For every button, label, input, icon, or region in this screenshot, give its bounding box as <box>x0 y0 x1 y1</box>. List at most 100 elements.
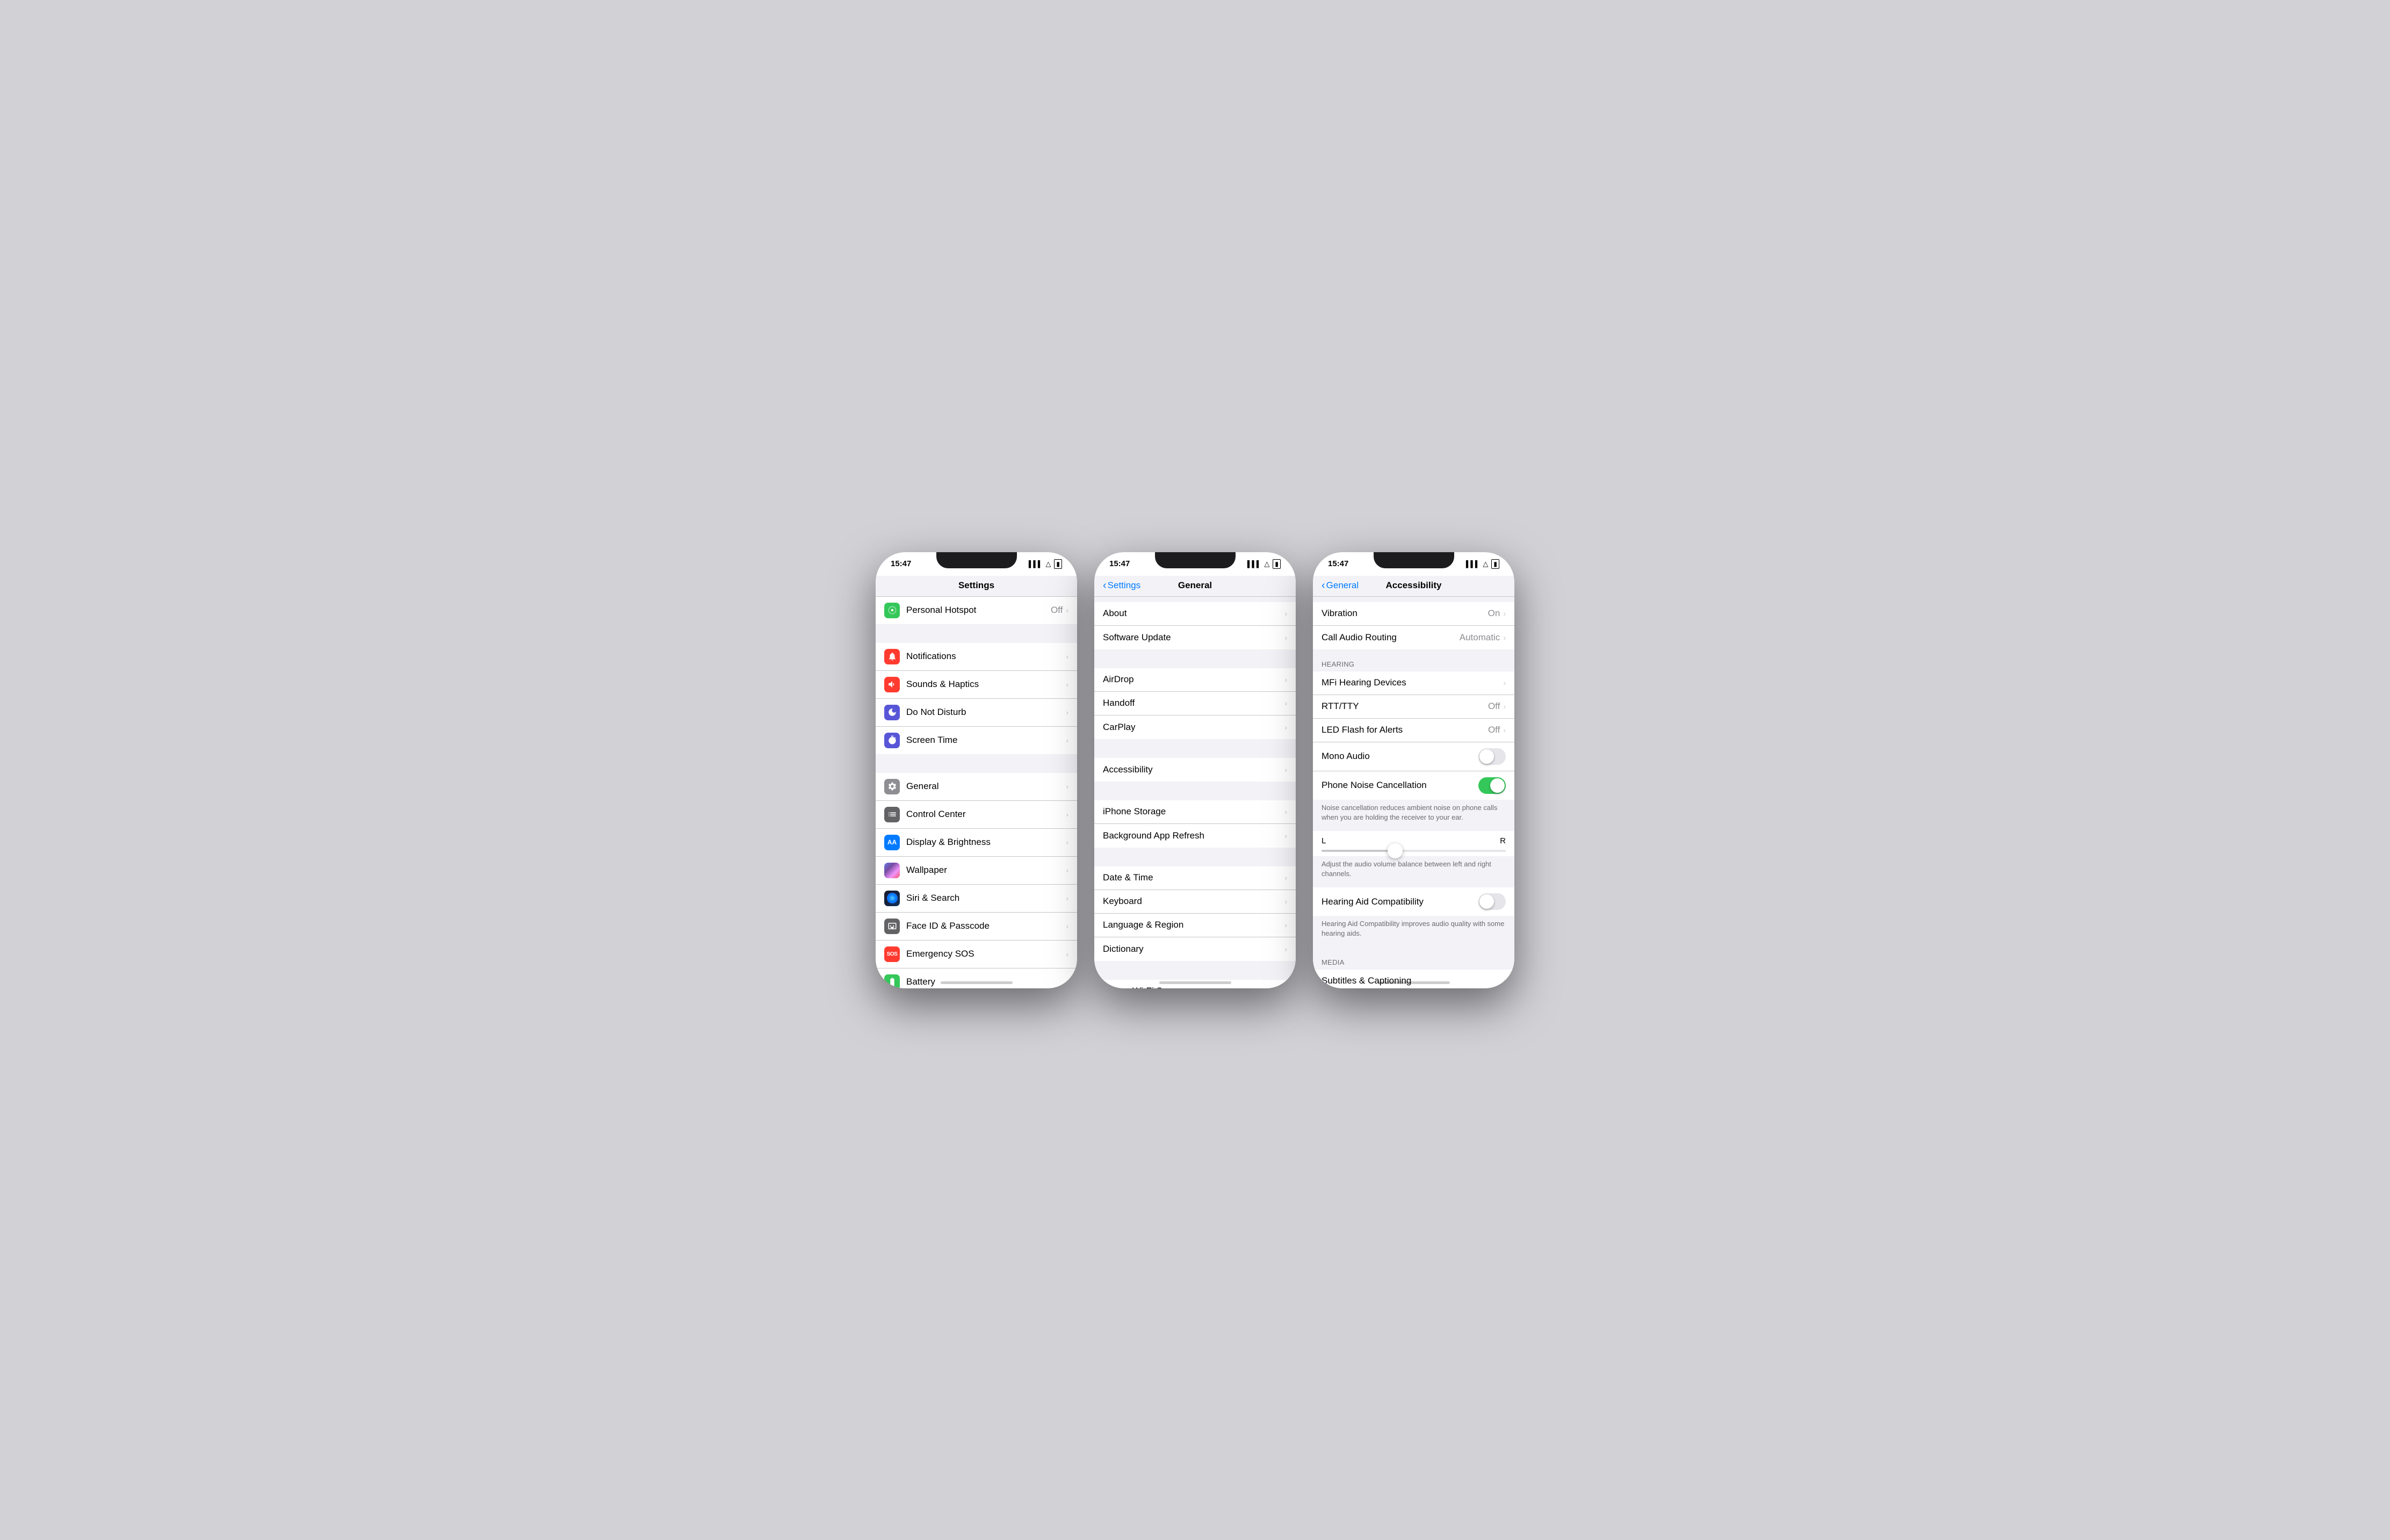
general-back-button[interactable]: ‹ Settings <box>1103 580 1140 591</box>
signal-icon: ▌▌▌ <box>1029 560 1043 568</box>
subtitles-item[interactable]: Subtitles & Captioning › <box>1313 970 1514 988</box>
slider-label-left: L <box>1322 836 1326 845</box>
display-icon: AA <box>884 835 900 850</box>
hearing-aid-toggle-thumb <box>1479 894 1494 909</box>
hotspot-chevron: › <box>1066 606 1068 614</box>
phone-noise-item[interactable]: Phone Noise Cancellation <box>1313 771 1514 800</box>
acc-gap-top <box>1313 597 1514 602</box>
signal-icon-2: ▌▌▌ <box>1247 560 1261 568</box>
display-label: Display & Brightness <box>906 837 1066 848</box>
vibration-value: On <box>1488 608 1500 619</box>
hotspot-label: Personal Hotspot <box>906 605 1051 616</box>
general-scroll[interactable]: About › Software Update › AirDrop › <box>1094 597 1296 988</box>
iphone-storage-chevron: › <box>1284 807 1287 816</box>
mono-toggle[interactable] <box>1478 748 1506 765</box>
battery-chevron: › <box>1066 978 1068 986</box>
itunes-wifi-sync-label: iTunes Wi-Fi Sync <box>1103 986 1284 988</box>
keyboard-item[interactable]: Keyboard › <box>1094 890 1296 914</box>
led-flash-item[interactable]: LED Flash for Alerts Off › <box>1313 719 1514 742</box>
dictionary-label: Dictionary <box>1103 944 1284 955</box>
wifi-icon-3: △ <box>1483 560 1488 568</box>
gen-gap-5 <box>1094 961 1296 980</box>
carplay-item[interactable]: CarPlay › <box>1094 715 1296 739</box>
sos-item[interactable]: SOS Emergency SOS › <box>876 941 1077 968</box>
back-label: Settings <box>1108 580 1140 591</box>
language-region-item[interactable]: Language & Region › <box>1094 914 1296 937</box>
gap-1 <box>876 624 1077 643</box>
display-chevron: › <box>1066 838 1068 847</box>
hearing-aid-toggle[interactable] <box>1478 893 1506 910</box>
vibration-label: Vibration <box>1322 608 1488 619</box>
screentime-item[interactable]: Screen Time › <box>876 727 1077 754</box>
noise-footer: Noise cancellation reduces ambient noise… <box>1313 800 1514 831</box>
back-arrow-icon: ‹ <box>1103 580 1107 591</box>
notifications-label: Notifications <box>906 651 1066 662</box>
call-audio-value: Automatic <box>1460 632 1500 643</box>
faceid-item[interactable]: Face ID & Passcode › <box>876 913 1077 941</box>
notifications-item[interactable]: Notifications › <box>876 643 1077 671</box>
rtt-tty-item[interactable]: RTT/TTY Off › <box>1313 695 1514 719</box>
wallpaper-chevron: › <box>1066 866 1068 874</box>
hotspot-value: Off <box>1051 605 1063 616</box>
battery-icon-2: ▮ <box>1273 559 1281 569</box>
general-section-4: iPhone Storage › Background App Refresh … <box>1094 800 1296 848</box>
sos-label: Emergency SOS <box>906 949 1066 959</box>
personal-hotspot-item[interactable]: Personal Hotspot Off › <box>876 597 1077 624</box>
hearing-aid-footer: Hearing Aid Compatibility improves audio… <box>1313 916 1514 947</box>
slider-track[interactable] <box>1322 850 1506 852</box>
slider-thumb[interactable] <box>1388 843 1403 858</box>
accessibility-back-button[interactable]: ‹ General <box>1322 580 1359 591</box>
control-center-item[interactable]: Control Center › <box>876 801 1077 829</box>
sounds-item[interactable]: Sounds & Haptics › <box>876 671 1077 699</box>
call-audio-item[interactable]: Call Audio Routing Automatic › <box>1313 626 1514 649</box>
software-update-item[interactable]: Software Update › <box>1094 626 1296 649</box>
mfi-hearing-item[interactable]: MFi Hearing Devices › <box>1313 671 1514 695</box>
wallpaper-icon <box>884 863 900 878</box>
airdrop-item[interactable]: AirDrop › <box>1094 668 1296 692</box>
background-refresh-item[interactable]: Background App Refresh › <box>1094 824 1296 848</box>
settings-scroll[interactable]: Personal Hotspot Off › Notifications › <box>876 597 1077 988</box>
notch <box>936 552 1017 568</box>
about-item[interactable]: About › <box>1094 602 1296 626</box>
datetime-item[interactable]: Date & Time › <box>1094 866 1296 890</box>
settings-section-1: Notifications › Sounds & Haptics › <box>876 643 1077 754</box>
vibration-item[interactable]: Vibration On › <box>1313 602 1514 626</box>
vibration-chevron: › <box>1503 609 1506 618</box>
slider-footer: Adjust the audio volume balance between … <box>1313 856 1514 887</box>
accessibility-scroll[interactable]: Vibration On › Call Audio Routing Automa… <box>1313 597 1514 988</box>
noise-toggle[interactable] <box>1478 777 1506 794</box>
rtt-label: RTT/TTY <box>1322 701 1488 712</box>
accessibility-item[interactable]: Accessibility › <box>1094 758 1296 782</box>
handoff-item[interactable]: Handoff › <box>1094 692 1296 715</box>
dictionary-item[interactable]: Dictionary › <box>1094 937 1296 961</box>
hearing-section: MFi Hearing Devices › RTT/TTY Off › LED … <box>1313 671 1514 800</box>
screentime-chevron: › <box>1066 736 1068 744</box>
battery-item[interactable]: Battery › <box>876 968 1077 988</box>
display-brightness-item[interactable]: AA Display & Brightness › <box>876 829 1077 857</box>
iphone-storage-label: iPhone Storage <box>1103 806 1284 817</box>
general-icon <box>884 779 900 794</box>
phone-accessibility: 15:47 ▌▌▌ △ ▮ ‹ General Accessibility <box>1313 552 1514 988</box>
hearing-aid-item[interactable]: Hearing Aid Compatibility <box>1313 887 1514 916</box>
siri-item[interactable]: Siri & Search › <box>876 885 1077 913</box>
keyboard-label: Keyboard <box>1103 896 1284 907</box>
wallpaper-item[interactable]: Wallpaper › <box>876 857 1077 885</box>
home-indicator-2 <box>1159 981 1231 984</box>
screentime-label: Screen Time <box>906 735 1066 746</box>
handoff-label: Handoff <box>1103 698 1284 708</box>
settings-nav-bar: Settings <box>876 576 1077 597</box>
gen-gap-2 <box>1094 739 1296 758</box>
mono-audio-item[interactable]: Mono Audio <box>1313 742 1514 771</box>
general-item[interactable]: General › <box>876 773 1077 801</box>
status-icons-2: ▌▌▌ △ ▮ <box>1247 559 1281 569</box>
iphone-storage-item[interactable]: iPhone Storage › <box>1094 800 1296 824</box>
gen-gap-3 <box>1094 782 1296 800</box>
background-refresh-chevron: › <box>1284 832 1287 840</box>
dnd-item[interactable]: Do Not Disturb › <box>876 699 1077 727</box>
screentime-icon <box>884 733 900 748</box>
audio-balance-slider[interactable]: L R <box>1313 831 1514 856</box>
general-nav-bar: ‹ Settings General <box>1094 576 1296 597</box>
back-label-3: General <box>1326 580 1359 591</box>
rtt-value: Off <box>1488 701 1500 712</box>
dnd-label: Do Not Disturb <box>906 707 1066 718</box>
